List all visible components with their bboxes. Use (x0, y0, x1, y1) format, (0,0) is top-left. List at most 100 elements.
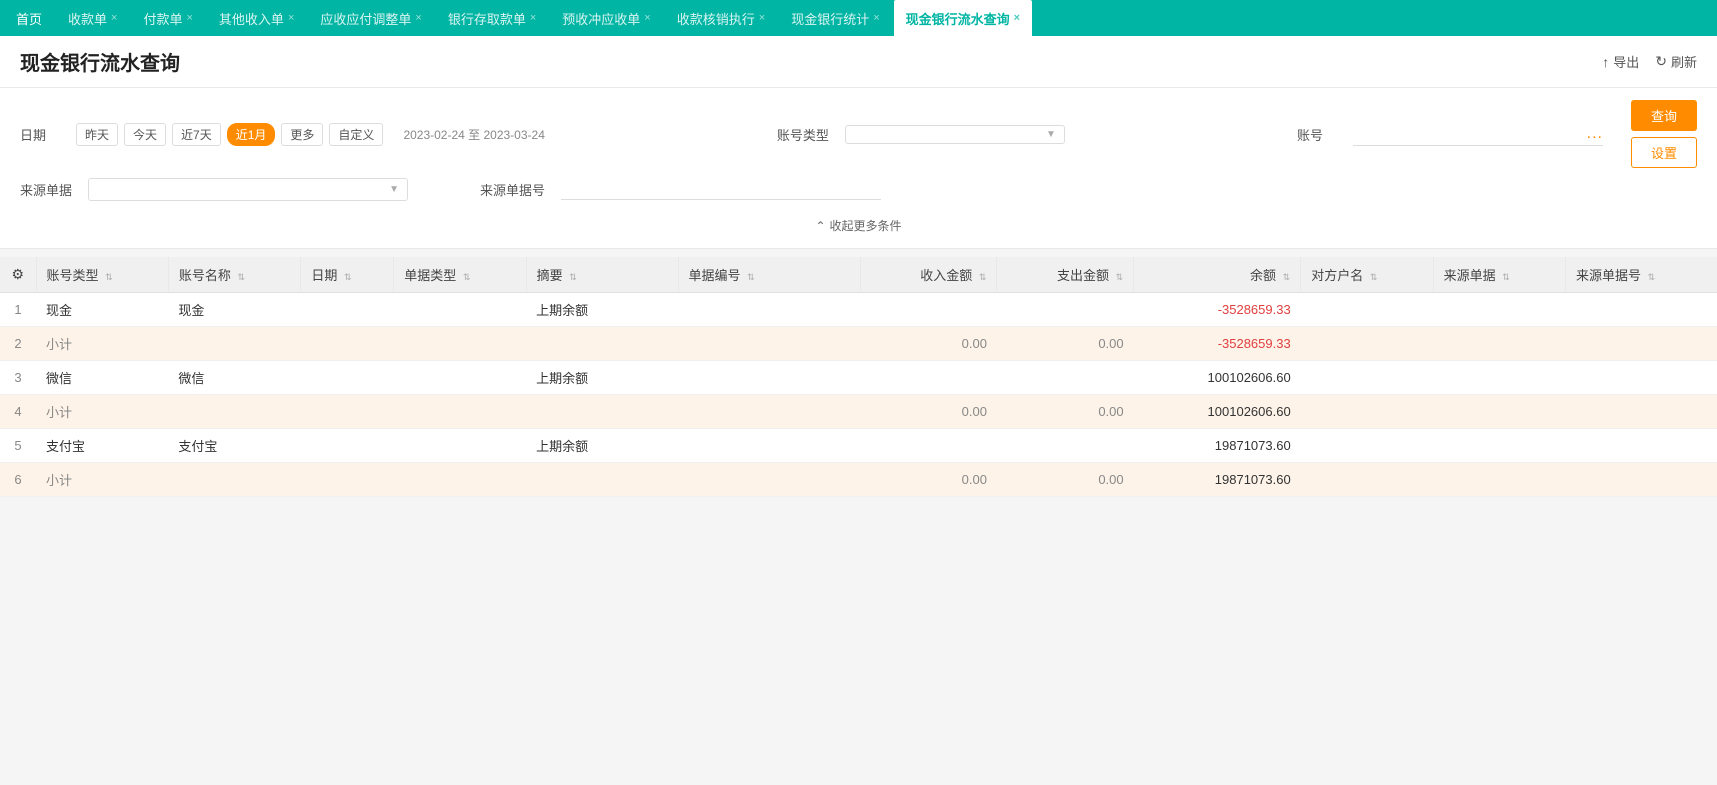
account-input: ... (1353, 123, 1603, 146)
th-income[interactable]: 收入金额 ⇅ (860, 257, 997, 293)
cell-summary (526, 395, 678, 429)
close-icon-7[interactable]: × (873, 12, 879, 24)
nav-tab-8[interactable]: 现金银行流水查询 × (894, 0, 1032, 36)
nav-tab-2[interactable]: 其他收入单 × (207, 0, 306, 36)
cell-doc-type (394, 463, 526, 497)
date-more[interactable]: 更多 (281, 123, 323, 146)
th-date[interactable]: 日期 ⇅ (301, 257, 394, 293)
close-icon-0[interactable]: × (111, 12, 117, 24)
close-icon-8[interactable]: × (1014, 12, 1020, 24)
cell-num: 1 (0, 293, 36, 327)
cell-source-doc (1433, 361, 1565, 395)
cell-account-name: 微信 (168, 361, 300, 395)
account-label: 账号 (1297, 125, 1337, 144)
close-icon-3[interactable]: × (415, 12, 421, 24)
nav-tab-3[interactable]: 应收应付调整单 × (308, 0, 433, 36)
th-gear[interactable]: ⚙ (0, 257, 36, 293)
collapse-bar[interactable]: ⌃ 收起更多条件 (20, 211, 1697, 236)
date-7days[interactable]: 近7天 (172, 123, 221, 146)
th-account-name[interactable]: 账号名称 ⇅ (168, 257, 300, 293)
cell-doc-no (678, 463, 860, 497)
cell-account-name (168, 395, 300, 429)
cell-source-doc-no (1566, 395, 1717, 429)
close-icon-4[interactable]: × (530, 12, 536, 24)
date-custom[interactable]: 自定义 (329, 123, 383, 146)
table-body: 1 现金 现金 上期余额 -3528659.33 2 小计 0.00 0.00 … (0, 293, 1717, 497)
chevron-down-icon: ▼ (1046, 129, 1056, 140)
table-row: 4 小计 0.00 0.00 100102606.60 (0, 395, 1717, 429)
table-row: 1 现金 现金 上期余额 -3528659.33 (0, 293, 1717, 327)
account-type-select[interactable]: ▼ (845, 125, 1065, 144)
nav-tab-6[interactable]: 收款核销执行 × (665, 0, 777, 36)
cell-doc-type (394, 395, 526, 429)
sort-icon-11: ⇅ (1502, 272, 1510, 282)
nav-tab-0[interactable]: 收款单 × (56, 0, 129, 36)
cell-date (301, 463, 394, 497)
th-summary[interactable]: 摘要 ⇅ (526, 257, 678, 293)
th-doc-no[interactable]: 单据编号 ⇅ (678, 257, 860, 293)
table-header-row: ⚙ 账号类型 ⇅ 账号名称 ⇅ 日期 ⇅ 单据类型 ⇅ (0, 257, 1717, 293)
cell-counter-party (1301, 361, 1433, 395)
sort-icon-8: ⇅ (1116, 272, 1124, 282)
gear-icon: ⚙ (11, 266, 24, 282)
close-icon-1[interactable]: × (186, 12, 192, 24)
filter-row-1: 日期 昨天 今天 近7天 近1月 更多 自定义 2023-02-24 至 202… (20, 100, 1697, 168)
export-button[interactable]: ↑ 导出 (1602, 52, 1639, 71)
top-nav: 首页 收款单 × 付款单 × 其他收入单 × 应收应付调整单 × 银行存取款单 … (0, 0, 1717, 36)
settings-button[interactable]: 设置 (1631, 137, 1697, 168)
filter-row-2: 来源单据 ▼ 来源单据号 (20, 178, 1697, 201)
sort-icon-10: ⇅ (1370, 272, 1378, 282)
cell-num: 5 (0, 429, 36, 463)
nav-tab-5[interactable]: 预收冲应收单 × (550, 0, 662, 36)
th-counter-party[interactable]: 对方户名 ⇅ (1301, 257, 1433, 293)
table-row: 3 微信 微信 上期余额 100102606.60 (0, 361, 1717, 395)
source-doc-num-label: 来源单据号 (480, 180, 545, 199)
th-expense[interactable]: 支出金额 ⇅ (997, 257, 1134, 293)
export-icon: ↑ (1602, 54, 1609, 70)
date-today[interactable]: 今天 (124, 123, 166, 146)
th-source-doc[interactable]: 来源单据 ⇅ (1433, 257, 1565, 293)
nav-tab-1[interactable]: 付款单 × (131, 0, 204, 36)
cell-date (301, 293, 394, 327)
date-yesterday[interactable]: 昨天 (76, 123, 118, 146)
th-account-type[interactable]: 账号类型 ⇅ (36, 257, 168, 293)
cell-counter-party (1301, 429, 1433, 463)
source-doc-num-input[interactable] (561, 180, 881, 200)
th-balance[interactable]: 余额 ⇅ (1134, 257, 1301, 293)
cell-account-name (168, 463, 300, 497)
cell-summary (526, 327, 678, 361)
th-doc-type[interactable]: 单据类型 ⇅ (394, 257, 526, 293)
filter-area: 日期 昨天 今天 近7天 近1月 更多 自定义 2023-02-24 至 202… (0, 88, 1717, 249)
cell-source-doc (1433, 327, 1565, 361)
cell-income (860, 361, 997, 395)
date-1month[interactable]: 近1月 (227, 123, 276, 146)
table-container: ⚙ 账号类型 ⇅ 账号名称 ⇅ 日期 ⇅ 单据类型 ⇅ (0, 257, 1717, 497)
cell-expense (997, 361, 1134, 395)
cell-counter-party (1301, 463, 1433, 497)
source-doc-select[interactable]: ▼ (88, 178, 408, 201)
th-source-doc-no[interactable]: 来源单据号 ⇅ (1566, 257, 1717, 293)
cell-source-doc-no (1566, 327, 1717, 361)
page-header: 现金银行流水查询 ↑ 导出 ↻ 刷新 (0, 36, 1717, 88)
close-icon-6[interactable]: × (759, 12, 765, 24)
nav-home[interactable]: 首页 (4, 9, 54, 28)
sort-icon-1: ⇅ (105, 272, 113, 282)
cell-num: 3 (0, 361, 36, 395)
close-icon-5[interactable]: × (644, 12, 650, 24)
sort-icon-2: ⇅ (238, 272, 246, 282)
close-icon-2[interactable]: × (288, 12, 294, 24)
query-button[interactable]: 查询 (1631, 100, 1697, 131)
cell-date (301, 327, 394, 361)
nav-tab-7[interactable]: 现金银行统计 × (779, 0, 891, 36)
account-dots[interactable]: ... (1587, 125, 1603, 143)
cell-account-type: 小计 (36, 463, 168, 497)
cell-num: 4 (0, 395, 36, 429)
cell-source-doc (1433, 429, 1565, 463)
nav-tab-4[interactable]: 银行存取款单 × (436, 0, 548, 36)
cell-income (860, 293, 997, 327)
sort-icon-3: ⇅ (344, 272, 352, 282)
refresh-button[interactable]: ↻ 刷新 (1655, 52, 1697, 71)
cell-balance: 19871073.60 (1134, 429, 1301, 463)
cell-date (301, 429, 394, 463)
cell-doc-type (394, 429, 526, 463)
